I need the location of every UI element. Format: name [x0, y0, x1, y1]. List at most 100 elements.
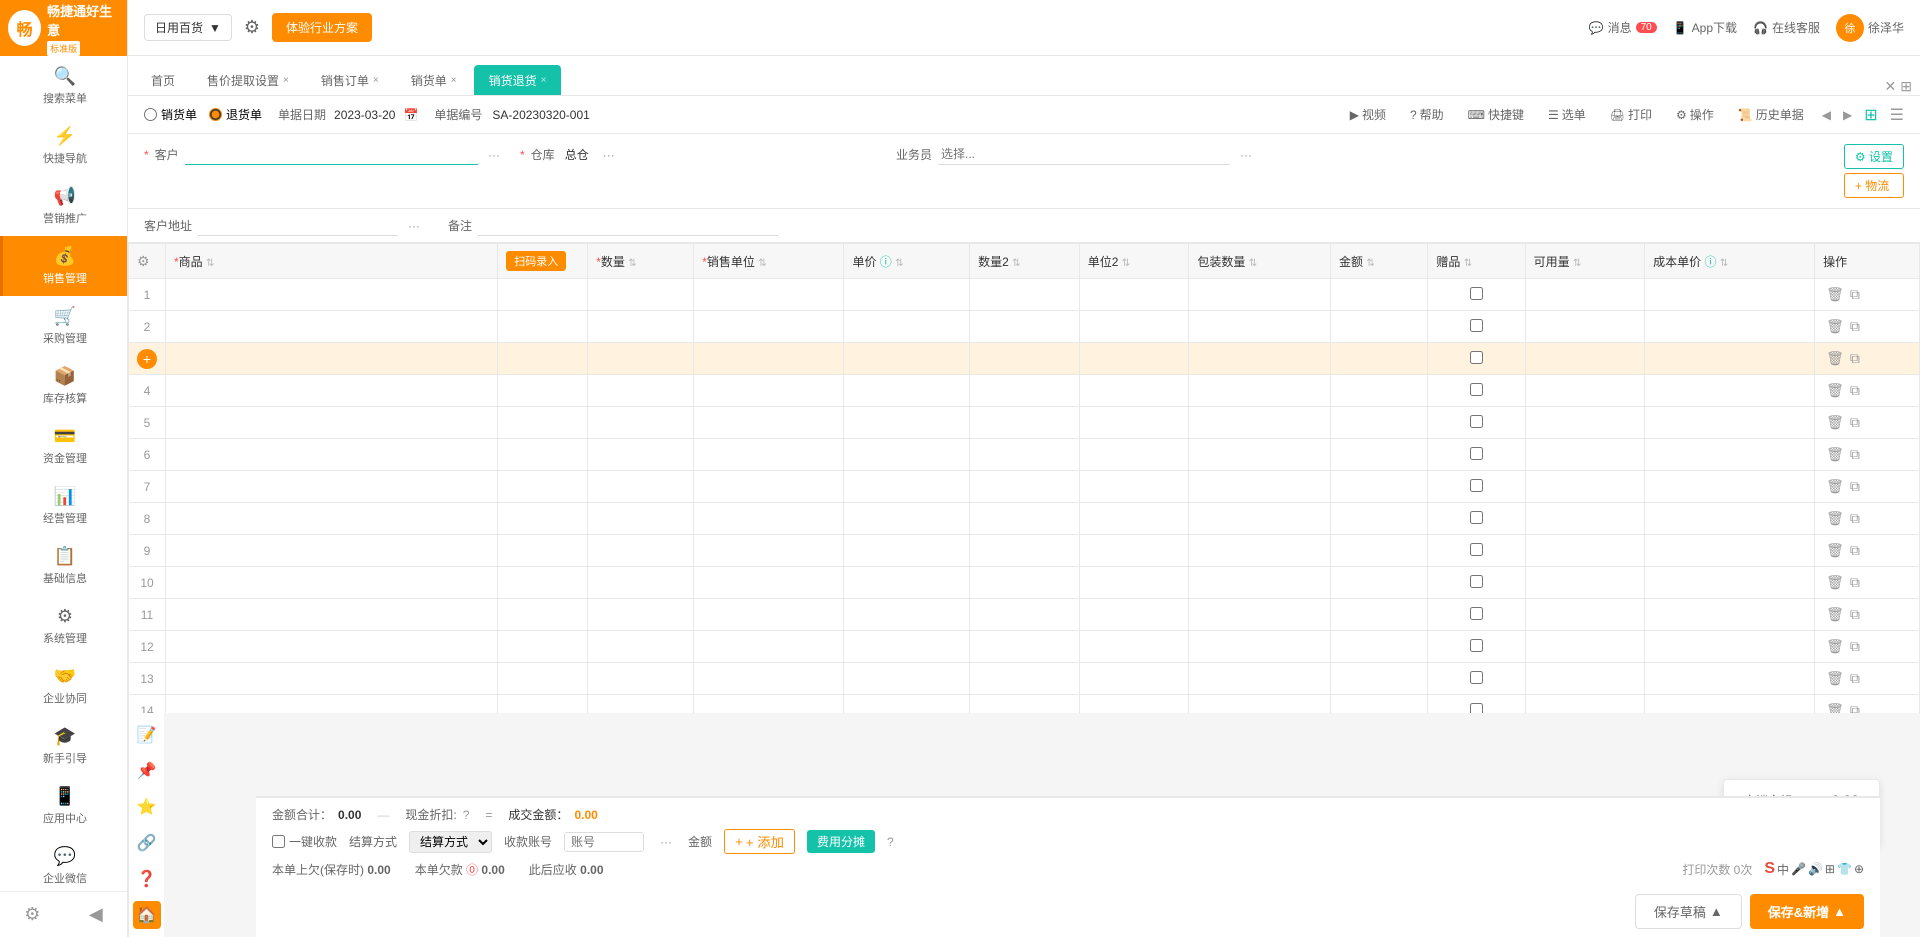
staff-picker[interactable]: ··· — [1236, 148, 1256, 162]
copy-row-btn-9[interactable]: ⧉ — [1847, 542, 1863, 558]
delete-row-btn-13[interactable]: 🗑 — [1823, 670, 1847, 686]
radio-sales[interactable]: 销货单 — [144, 106, 197, 123]
right-panel-help[interactable]: ❓ — [133, 865, 161, 893]
sidebar-item-appstore[interactable]: 📱 应用中心 — [0, 776, 127, 836]
toolbar-help[interactable]: ? 帮助 — [1404, 104, 1450, 125]
sidebar-item-basics[interactable]: 📋 基础信息 — [0, 536, 127, 596]
calculation-method-select[interactable]: 结算方式 — [409, 831, 492, 853]
delete-row-btn-12[interactable]: 🗑 — [1823, 638, 1847, 654]
delete-row-btn-4[interactable]: 🗑 — [1823, 382, 1847, 398]
delete-row-btn-6[interactable]: 🗑 — [1823, 446, 1847, 462]
sidebar-item-operations[interactable]: 📊 经营管理 — [0, 476, 127, 536]
speaker-icon[interactable]: 🔊 — [1808, 862, 1823, 876]
copy-row-btn-4[interactable]: ⧉ — [1847, 382, 1863, 398]
delete-row-btn-9[interactable]: 🗑 — [1823, 542, 1847, 558]
tab-close-sales-return[interactable]: × — [541, 75, 547, 86]
sidebar-item-inventory[interactable]: 📦 库存核算 — [0, 356, 127, 416]
gift-checkbox-3[interactable] — [1470, 351, 1483, 364]
right-panel-home[interactable]: 🏠 — [133, 901, 161, 929]
fee-split-button[interactable]: 费用分摊 — [807, 830, 875, 853]
gift-checkbox-12[interactable] — [1470, 639, 1483, 652]
tab-close-sales-order[interactable]: × — [373, 75, 379, 86]
discount-help-icon[interactable]: ? — [463, 808, 470, 822]
copy-row-btn-14[interactable]: ⧉ — [1847, 702, 1863, 713]
gift-checkbox-1[interactable] — [1470, 287, 1483, 300]
copy-row-btn-7[interactable]: ⧉ — [1847, 478, 1863, 494]
toolbar-history[interactable]: 📜 历史单据 — [1732, 104, 1810, 125]
customer-input[interactable] — [185, 144, 478, 165]
scan-button[interactable]: 扫码录入 — [506, 251, 566, 271]
one-key-collect-checkbox[interactable]: 一键收款 — [272, 833, 337, 850]
delete-row-btn-11[interactable]: 🗑 — [1823, 606, 1847, 622]
gift-checkbox-9[interactable] — [1470, 543, 1483, 556]
gift-checkbox-7[interactable] — [1470, 479, 1483, 492]
mic-icon[interactable]: 🎤 — [1791, 862, 1806, 876]
tab-price-settings[interactable]: 售价提取设置 × — [192, 65, 304, 95]
gift-checkbox-4[interactable] — [1470, 383, 1483, 396]
add-logistics-button[interactable]: + 物流 — [1844, 173, 1904, 198]
view-list[interactable]: ☰ — [1890, 105, 1904, 125]
gift-checkbox-6[interactable] — [1470, 447, 1483, 460]
account-picker[interactable]: ··· — [656, 835, 676, 849]
delete-row-btn-8[interactable]: 🗑 — [1823, 510, 1847, 526]
tab-home[interactable]: 首页 — [136, 65, 190, 95]
sidebar-item-finance[interactable]: 💳 资金管理 — [0, 416, 127, 476]
gift-checkbox-11[interactable] — [1470, 607, 1483, 620]
messages-button[interactable]: 💬 消息 70 — [1589, 19, 1657, 36]
fee-help-icon[interactable]: ? — [887, 835, 894, 849]
toolbar-print[interactable]: 🖨 打印 — [1604, 104, 1658, 125]
sidebar-item-system[interactable]: ⚙ 系统管理 — [0, 596, 127, 656]
customer-picker[interactable]: ··· — [484, 148, 504, 162]
copy-row-btn-5[interactable]: ⧉ — [1847, 414, 1863, 430]
gift-checkbox-5[interactable] — [1470, 415, 1483, 428]
tab-close-all[interactable]: ✕ — [1885, 78, 1897, 95]
sidebar-settings-btn[interactable]: ⚙ — [20, 900, 44, 929]
grid-icon[interactable]: ⊞ — [1825, 862, 1835, 876]
toolbar-operations[interactable]: ⚙ 操作 — [1670, 104, 1720, 125]
copy-row-btn-10[interactable]: ⧉ — [1847, 574, 1863, 590]
sidebar-item-purchase[interactable]: 🛒 采购管理 — [0, 296, 127, 356]
gift-checkbox-8[interactable] — [1470, 511, 1483, 524]
s-icon[interactable]: S — [1764, 860, 1775, 878]
right-panel-pin[interactable]: 📌 — [133, 757, 161, 785]
toolbar-select[interactable]: ☰ 选单 — [1542, 104, 1592, 125]
settings-button[interactable]: ⚙ 设置 — [1844, 144, 1904, 169]
copy-row-btn-1[interactable]: ⧉ — [1847, 286, 1863, 302]
right-panel-note[interactable]: 📝 — [133, 721, 161, 749]
sidebar-item-marketing[interactable]: 📢 营销推广 — [0, 176, 127, 236]
warehouse-picker[interactable]: ··· — [599, 148, 619, 162]
app-download-button[interactable]: 📱 App下载 — [1673, 19, 1737, 36]
right-panel-star[interactable]: ⭐ — [133, 793, 161, 821]
account-input[interactable] — [564, 832, 644, 852]
copy-row-btn-12[interactable]: ⧉ — [1847, 638, 1863, 654]
gift-checkbox-2[interactable] — [1470, 319, 1483, 332]
service-button[interactable]: 🎧 在线客服 — [1753, 19, 1820, 36]
delete-row-btn-3[interactable]: 🗑 — [1823, 350, 1847, 366]
copy-row-btn-11[interactable]: ⧉ — [1847, 606, 1863, 622]
tab-sales-delivery[interactable]: 销货单 × — [396, 65, 472, 95]
product-input-3[interactable] — [174, 352, 489, 366]
sidebar-item-enterprise[interactable]: 🤝 企业协同 — [0, 656, 127, 716]
staff-input[interactable] — [938, 144, 1230, 165]
price-info-icon[interactable]: ⓘ — [880, 255, 892, 269]
more-tools-icon[interactable]: ⊕ — [1854, 862, 1864, 876]
sidebar-item-sales[interactable]: 💰 销售管理 — [0, 236, 127, 296]
user-profile[interactable]: 徐 徐泽华 — [1836, 14, 1904, 42]
gift-checkbox-10[interactable] — [1470, 575, 1483, 588]
nav-prev[interactable]: ◀ — [1822, 108, 1831, 122]
delete-row-btn-14[interactable]: 🗑 — [1823, 702, 1847, 713]
cta-button[interactable]: 体验行业方案 — [272, 13, 372, 42]
shirt-icon[interactable]: 👕 — [1837, 862, 1852, 876]
tab-restore[interactable]: ⊞ — [1900, 78, 1912, 95]
tab-close-price-settings[interactable]: × — [283, 75, 289, 86]
sidebar-item-guide[interactable]: 🎓 新手引导 — [0, 716, 127, 776]
add-button[interactable]: + + 添加 — [724, 829, 795, 854]
delete-row-btn-7[interactable]: 🗑 — [1823, 478, 1847, 494]
copy-row-btn-2[interactable]: ⧉ — [1847, 318, 1863, 334]
tab-sales-return[interactable]: 销货退货 × — [474, 65, 562, 95]
delete-row-btn-10[interactable]: 🗑 — [1823, 574, 1847, 590]
cost-info-icon[interactable]: ⓘ — [1704, 255, 1716, 269]
nav-next[interactable]: ▶ — [1843, 108, 1852, 122]
topbar-settings-icon[interactable]: ⚙ — [244, 17, 260, 38]
delete-row-btn-5[interactable]: 🗑 — [1823, 414, 1847, 430]
